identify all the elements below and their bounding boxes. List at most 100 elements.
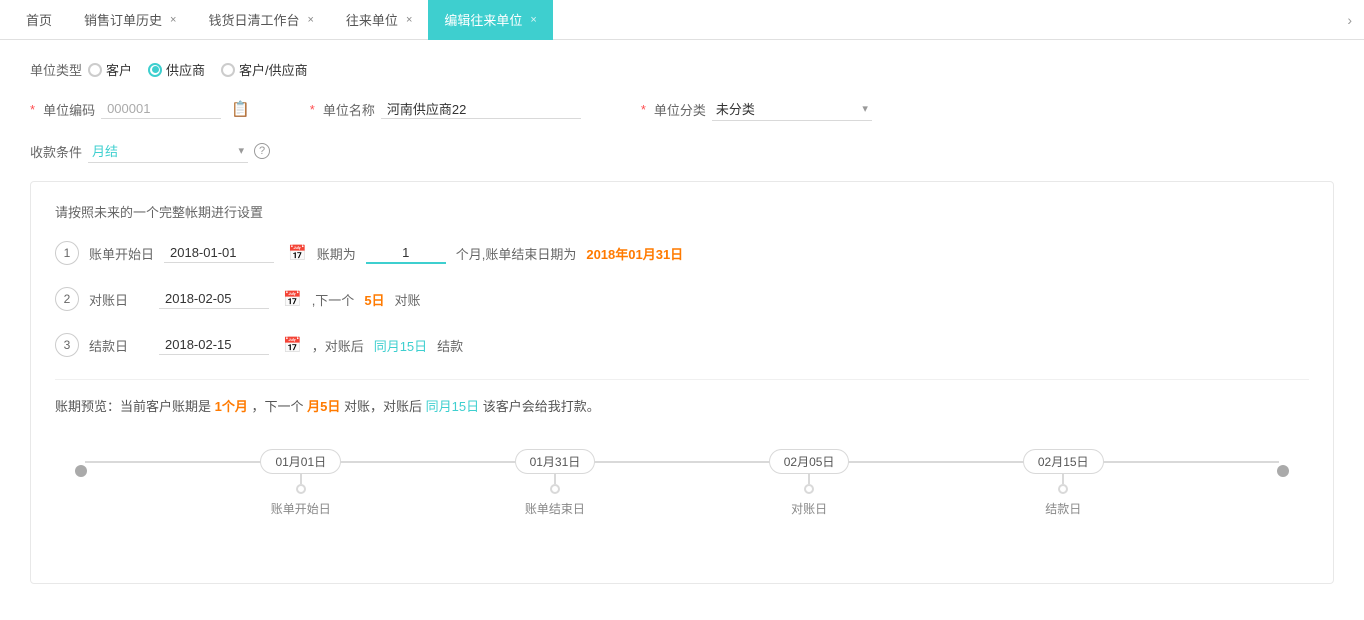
unit-category-arrow-icon: ▾ [862,102,868,115]
timeline-dot-2 [550,484,560,494]
row-num-3: 3 [55,333,79,357]
settings-panel: 请按照未来的一个完整帐期进行设置 1 账单开始日 📅 账期为 个月,账单结束日期… [30,181,1334,584]
timeline-badge-3: 02月05日 [769,449,850,474]
preview-mid1: ，下一个 [252,399,304,414]
preview-section: 账期预览：当前客户账期是 1个月 ，下一个 月5日 对账，对账后 同月15日 该… [55,379,1309,563]
settlement-date-input[interactable] [159,335,269,355]
months-input[interactable] [366,243,446,264]
tab-sales-history[interactable]: 销售订单历史 × [68,0,192,40]
period-suffix: 个月,账单结束日期为 [456,244,577,263]
radio-supplier[interactable]: 供应商 [148,60,205,79]
unit-category-field: * 单位分类 未分类 ▾ [641,97,872,121]
payment-condition-label: 收款条件 [30,142,82,161]
account-start-label: 账单开始日 [89,244,154,263]
timeline-dot-1 [296,484,306,494]
timeline-node-2: 01月31日 账单结束日 [515,449,596,517]
radio-customer-circle [88,63,102,77]
close-edit-partner-icon[interactable]: × [530,14,536,26]
reconciliation-prefix: ,下一个 [312,290,355,309]
row-num-2: 2 [55,287,79,311]
period-prefix: 账期为 [317,244,356,263]
copy-icon[interactable]: 📋 [231,100,250,118]
settlement-highlight: 同月15日 [374,336,427,355]
timeline-dot-3 [804,484,814,494]
unit-category-label: 单位分类 [654,100,706,119]
preview-end: 该客户会给我打款。 [483,399,600,414]
tab-scroll-arrow[interactable]: › [1335,12,1364,28]
timeline-nodes: 01月01日 账单开始日 01月31日 账单结束日 02月05日 [75,449,1289,517]
tab-partner-units-label: 往来单位 [346,10,398,29]
reconciliation-calendar-icon[interactable]: 📅 [283,290,302,308]
timeline-label-4: 结款日 [1045,500,1081,517]
settlement-row: 3 结款日 📅 ，对账后 同月15日 结款 [55,333,1309,357]
preview-prefix: 账期预览：当前客户账期是 [55,399,211,414]
timeline-dot-4 [1058,484,1068,494]
unit-type-field: 单位类型 客户 供应商 客户/供应商 [30,60,308,79]
timeline-stem-1 [300,474,302,484]
reconciliation-highlight: 5日 [364,290,384,309]
unit-type-radio-group: 客户 供应商 客户/供应商 [88,60,308,79]
unit-code-label: 单位编码 [43,100,95,119]
radio-both[interactable]: 客户/供应商 [221,60,308,79]
tab-sales-history-label: 销售订单历史 [84,10,162,29]
unit-code-input[interactable] [101,99,221,119]
settlement-label: 结款日 [89,336,149,355]
tab-home[interactable]: 首页 [10,0,68,40]
account-start-date-input[interactable] [164,243,274,263]
tab-edit-partner-label: 编辑往来单位 [444,10,522,29]
unit-type-row: 单位类型 客户 供应商 客户/供应商 [30,60,1334,79]
unit-category-value: 未分类 [716,99,858,118]
timeline-badge-1: 01月01日 [260,449,341,474]
unit-category-star: * [641,102,646,117]
timeline-stem-4 [1062,474,1064,484]
tab-partner-units[interactable]: 往来单位 × [330,0,428,40]
payment-condition-arrow-icon: ▾ [238,144,244,157]
settlement-suffix: 结款 [437,336,463,355]
payment-condition-dropdown[interactable]: 月结 ▾ [88,139,248,163]
reconciliation-label: 对账日 [89,290,149,309]
payment-condition-row: 收款条件 月结 ▾ ? [30,139,1334,163]
tab-bar: 首页 销售订单历史 × 钱货日清工作台 × 往来单位 × 编辑往来单位 × › [0,0,1364,40]
timeline-label-3: 对账日 [791,500,827,517]
preview-mid2: 对账，对账后 [344,399,422,414]
timeline-end-dot [1277,465,1289,477]
timeline-node-1: 01月01日 账单开始日 [260,449,341,517]
tab-cash-workbench-label: 钱货日清工作台 [208,10,299,29]
row-num-1: 1 [55,241,79,265]
close-cash-workbench-icon[interactable]: × [307,14,313,26]
tab-edit-partner[interactable]: 编辑往来单位 × [428,0,552,40]
reconciliation-date-input[interactable] [159,289,269,309]
tab-cash-workbench[interactable]: 钱货日清工作台 × [192,0,329,40]
unit-name-label: 单位名称 [323,100,375,119]
close-sales-history-icon[interactable]: × [170,14,176,26]
timeline-start-dot [75,465,87,477]
panel-instruction: 请按照未来的一个完整帐期进行设置 [55,202,1309,221]
timeline-label-2: 账单结束日 [525,500,585,517]
unit-name-field: * 单位名称 [310,99,581,119]
radio-both-circle [221,63,235,77]
account-start-row: 1 账单开始日 📅 账期为 个月,账单结束日期为 2018年01月31日 [55,241,1309,265]
radio-both-label: 客户/供应商 [239,60,308,79]
preview-text: 账期预览：当前客户账期是 1个月 ，下一个 月5日 对账，对账后 同月15日 该… [55,396,1309,415]
radio-customer[interactable]: 客户 [88,60,132,79]
help-icon[interactable]: ? [254,143,270,159]
timeline-node-3: 02月05日 对账日 [769,449,850,517]
unit-info-row: * 单位编码 📋 * 单位名称 * 单位分类 未分类 ▾ [30,97,1334,121]
timeline-node-4: 02月15日 结款日 [1023,449,1104,517]
close-partner-units-icon[interactable]: × [406,14,412,26]
reconciliation-suffix: 对账 [395,290,421,309]
settlement-calendar-icon[interactable]: 📅 [283,336,302,354]
tab-home-label: 首页 [26,10,52,29]
account-end-date: 2018年01月31日 [586,244,683,263]
payment-condition-field: 收款条件 月结 ▾ ? [30,139,270,163]
radio-supplier-label: 供应商 [166,60,205,79]
unit-category-dropdown[interactable]: 未分类 ▾ [712,97,872,121]
preview-months: 1个月 [215,399,248,414]
preview-reconcile-day: 月5日 [307,399,340,414]
radio-supplier-circle [148,63,162,77]
timeline-badge-4: 02月15日 [1023,449,1104,474]
unit-name-input[interactable] [381,99,581,119]
account-start-calendar-icon[interactable]: 📅 [288,244,307,262]
timeline-stem-3 [808,474,810,484]
timeline-stem-2 [554,474,556,484]
